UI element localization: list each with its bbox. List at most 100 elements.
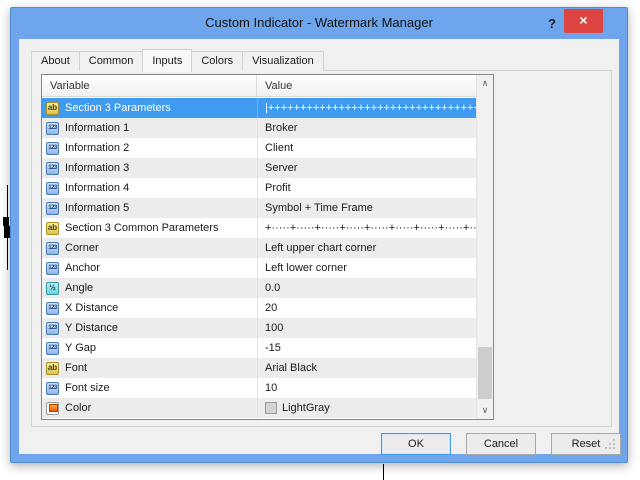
column-header-variable: Variable [42, 75, 257, 96]
table-row[interactable]: 123 Information 5 Symbol + Time Frame [42, 198, 476, 218]
value-cell: 20 [257, 298, 476, 318]
variable-cell: 123 Anchor [42, 258, 257, 278]
variable-label: Y Distance [65, 322, 118, 334]
table-row[interactable]: ab Section 3 Parameters |+++++++++++++++… [42, 98, 476, 118]
variable-label: Section 3 Parameters [65, 102, 171, 114]
value-cell: LightGray [257, 398, 476, 418]
parameters-table: Variable Value ab Section 3 Parameters |… [41, 74, 494, 420]
decimal-param-icon: ½ [46, 282, 59, 295]
variable-cell: Color [42, 398, 257, 418]
value-label: LightGray [282, 402, 330, 414]
color-swatch [265, 402, 277, 414]
ok-button[interactable]: OK [381, 433, 451, 455]
tab-visualization[interactable]: Visualization [242, 51, 324, 71]
value-label: Server [265, 162, 297, 174]
variable-cell: 123 Information 1 [42, 118, 257, 138]
value-cell: Server [257, 158, 476, 178]
value-label: Profit [265, 182, 291, 194]
string-param-icon: ab [46, 222, 59, 235]
resize-grip[interactable] [605, 447, 607, 449]
value-label: -15 [265, 342, 281, 354]
value-label: Left upper chart corner [265, 242, 376, 254]
value-cell: Left lower corner [257, 258, 476, 278]
variable-label: Font [65, 362, 87, 374]
value-cell: +·····+·····+·····+·····+·····+·····+···… [257, 218, 476, 238]
variable-label: Information 4 [65, 182, 129, 194]
variable-cell: 123 Information 3 [42, 158, 257, 178]
chart-vertical-line [383, 464, 384, 480]
reset-button[interactable]: Reset [551, 433, 621, 455]
table-row[interactable]: ½ Angle 0.0 [42, 278, 476, 298]
number-param-icon: 123 [46, 162, 59, 175]
number-param-icon: 123 [46, 342, 59, 355]
tab-colors[interactable]: Colors [191, 51, 243, 71]
value-cell: 100 [257, 318, 476, 338]
value-cell: -15 [257, 338, 476, 358]
table-row[interactable]: ab Font Arial Black [42, 358, 476, 378]
value-cell: Left upper chart corner [257, 238, 476, 258]
table-row[interactable]: 123 Information 3 Server [42, 158, 476, 178]
variable-cell: ab Section 3 Common Parameters [42, 218, 257, 238]
variable-label: Anchor [65, 262, 100, 274]
value-label: |++++++++++++++++++++++++++++++++++| [265, 102, 476, 114]
titlebar[interactable]: Custom Indicator - Watermark Manager [11, 8, 627, 39]
tab-about[interactable]: About [31, 51, 80, 71]
close-icon[interactable]: × [564, 9, 603, 33]
value-label: +·····+·····+·····+·····+·····+·····+···… [265, 222, 476, 234]
scroll-up-icon[interactable]: ∧ [477, 75, 493, 92]
table-row[interactable]: 123 Information 2 Client [42, 138, 476, 158]
param-table-body: ab Section 3 Parameters |+++++++++++++++… [42, 98, 476, 419]
table-row[interactable]: Color LightGray [42, 398, 476, 418]
number-param-icon: 123 [46, 302, 59, 315]
value-label: Arial Black [265, 362, 317, 374]
value-cell: Broker [257, 118, 476, 138]
custom-indicator-dialog: Custom Indicator - Watermark Manager ? ×… [10, 7, 628, 463]
string-param-icon: ab [46, 102, 59, 115]
tab-common[interactable]: Common [79, 51, 144, 71]
value-cell: Profit [257, 178, 476, 198]
chart-candlestick-body [3, 217, 9, 226]
table-row[interactable]: 123 Information 4 Profit [42, 178, 476, 198]
table-row[interactable]: 123 Y Gap -15 [42, 338, 476, 358]
table-row[interactable]: 123 X Distance 20 [42, 298, 476, 318]
tab-inputs[interactable]: Inputs [142, 49, 192, 72]
variable-cell: 123 Information 2 [42, 138, 257, 158]
table-row[interactable]: 123 Information 1 Broker [42, 118, 476, 138]
value-label: 10 [265, 382, 277, 394]
variable-label: Information 1 [65, 122, 129, 134]
help-icon[interactable]: ? [541, 11, 563, 36]
cancel-button[interactable]: Cancel [466, 433, 536, 455]
scrollbar-thumb[interactable] [478, 347, 492, 399]
number-param-icon: 123 [46, 182, 59, 195]
vertical-scrollbar[interactable]: ∧ ∨ [476, 75, 493, 419]
number-param-icon: 123 [46, 262, 59, 275]
scroll-down-icon[interactable]: ∨ [477, 402, 493, 419]
value-label: 20 [265, 302, 277, 314]
value-cell: Symbol + Time Frame [257, 198, 476, 218]
variable-label: Information 2 [65, 142, 129, 154]
table-row[interactable]: 123 Font size 10 [42, 378, 476, 398]
variable-cell: 123 Corner [42, 238, 257, 258]
number-param-icon: 123 [46, 142, 59, 155]
color-param-icon [46, 402, 59, 415]
table-header: Variable Value [42, 75, 476, 97]
table-row[interactable]: 123 Anchor Left lower corner [42, 258, 476, 278]
variable-label: X Distance [65, 302, 118, 314]
value-cell: 10 [257, 378, 476, 398]
string-param-icon: ab [46, 362, 59, 375]
table-row[interactable]: ab Section 3 Common Parameters +·····+··… [42, 218, 476, 238]
variable-label: Section 3 Common Parameters [65, 222, 218, 234]
value-cell: |++++++++++++++++++++++++++++++++++| [257, 98, 476, 118]
value-label: Symbol + Time Frame [265, 202, 373, 214]
variable-label: Angle [65, 282, 93, 294]
variable-label: Color [65, 402, 91, 414]
value-cell: Arial Black [257, 358, 476, 378]
variable-label: Information 3 [65, 162, 129, 174]
table-row[interactable]: 123 Corner Left upper chart corner [42, 238, 476, 258]
table-row[interactable]: 123 Y Distance 100 [42, 318, 476, 338]
value-label: Left lower corner [265, 262, 347, 274]
value-label: 0.0 [265, 282, 280, 294]
value-label: Broker [265, 122, 297, 134]
variable-label: Information 5 [65, 202, 129, 214]
column-header-value: Value [257, 75, 476, 96]
